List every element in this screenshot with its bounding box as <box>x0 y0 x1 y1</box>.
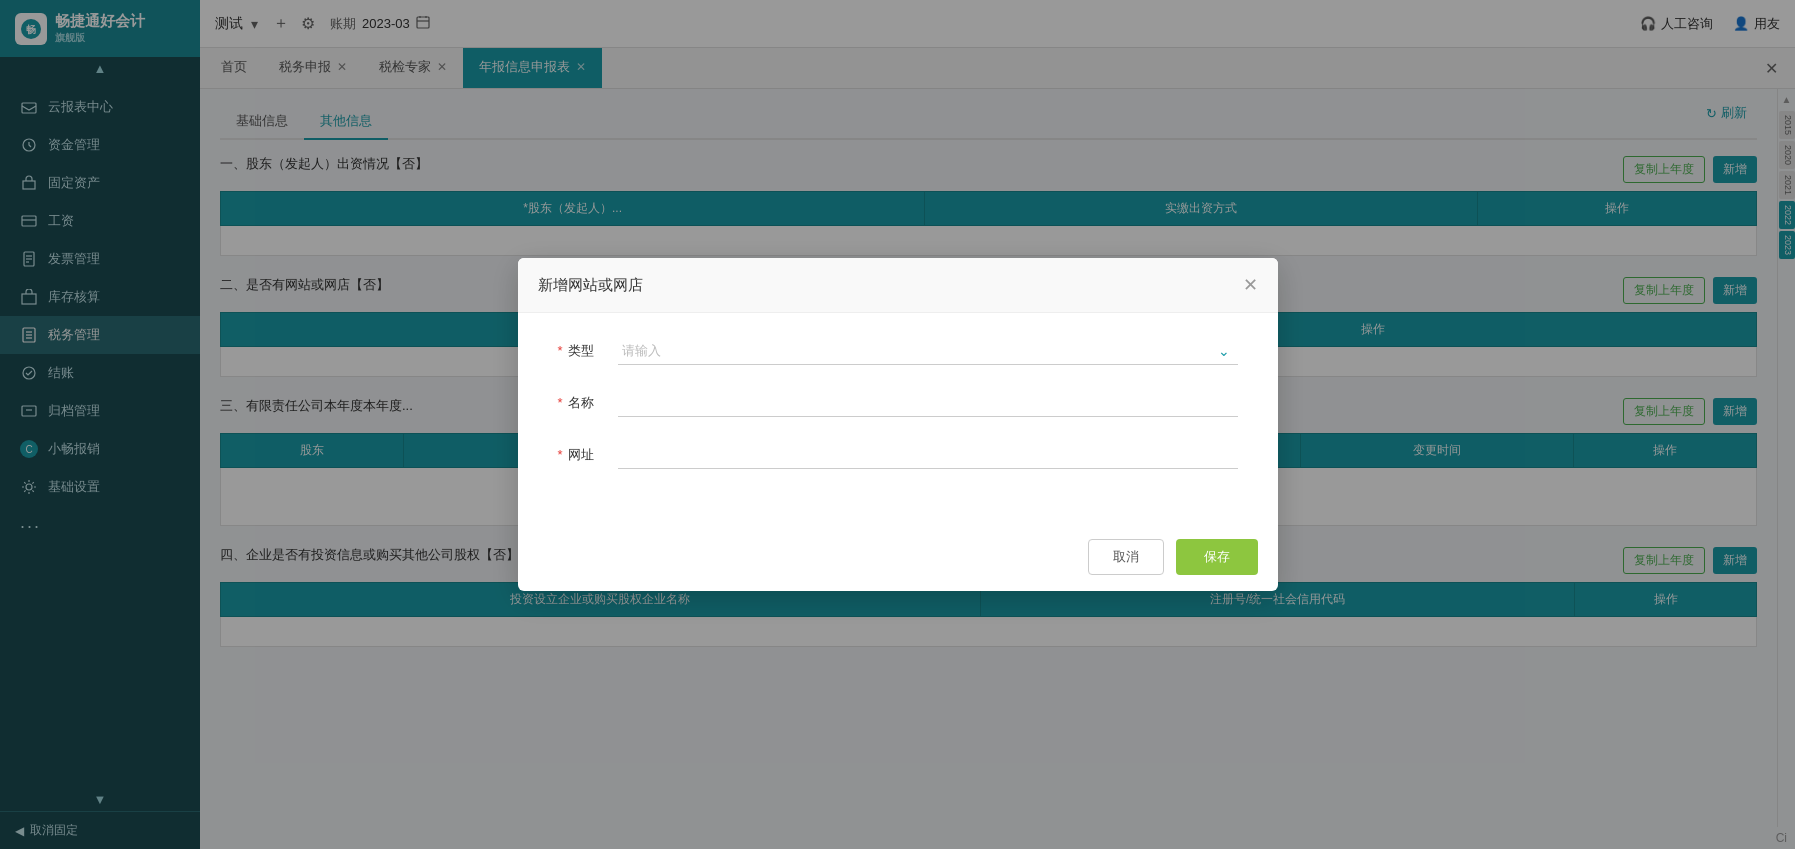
type-input[interactable] <box>618 337 1238 365</box>
type-control: ⌄ <box>618 337 1238 365</box>
dropdown-arrow-icon[interactable]: ⌄ <box>1218 343 1230 359</box>
url-input[interactable] <box>618 441 1238 469</box>
name-input[interactable] <box>618 389 1238 417</box>
form-field-url: * 网址 <box>558 441 1238 469</box>
form-field-name: * 名称 <box>558 389 1238 417</box>
name-control <box>618 389 1238 417</box>
modal-overlay[interactable]: 新增网站或网店 ✕ * 类型 ⌄ * 名称 <box>0 0 1795 849</box>
url-control <box>618 441 1238 469</box>
save-button[interactable]: 保存 <box>1176 539 1258 575</box>
type-label: * 类型 <box>558 342 618 360</box>
modal-header: 新增网站或网店 ✕ <box>518 258 1278 313</box>
form-field-type: * 类型 ⌄ <box>558 337 1238 365</box>
cancel-button[interactable]: 取消 <box>1088 539 1164 575</box>
modal-footer: 取消 保存 <box>518 523 1278 591</box>
modal-close-btn[interactable]: ✕ <box>1243 274 1258 296</box>
modal-body: * 类型 ⌄ * 名称 * <box>518 313 1278 523</box>
modal-add-website: 新增网站或网店 ✕ * 类型 ⌄ * 名称 <box>518 258 1278 591</box>
name-label: * 名称 <box>558 394 618 412</box>
url-label: * 网址 <box>558 446 618 464</box>
modal-title: 新增网站或网店 <box>538 276 643 295</box>
